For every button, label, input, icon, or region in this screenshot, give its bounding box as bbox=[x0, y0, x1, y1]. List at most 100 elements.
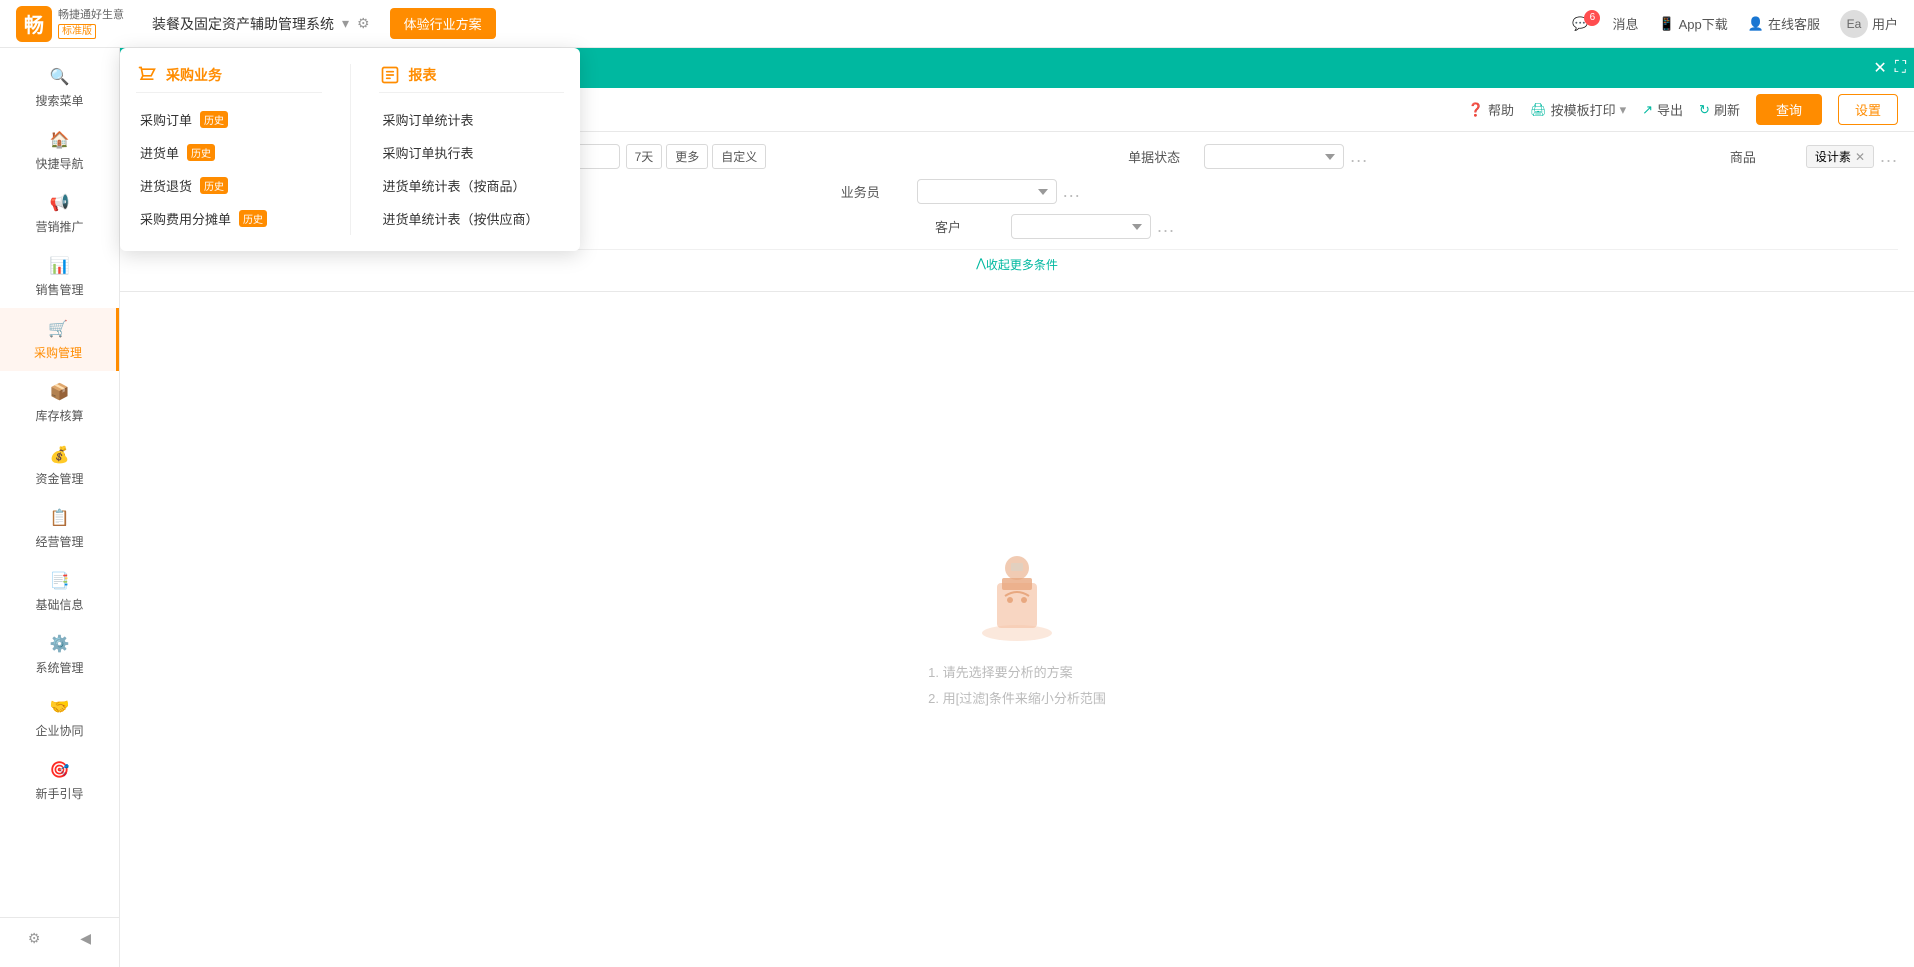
help-btn[interactable]: ❓ 帮助 bbox=[1468, 100, 1514, 119]
sidebar-label-guide: 新手引导 bbox=[35, 785, 83, 802]
report-section: 报表 采购订单统计表 采购订单执行表 进货单统计表（按商品） 进货单统计表（按供… bbox=[379, 64, 565, 235]
help-label: 帮助 bbox=[1488, 100, 1514, 119]
empty-state: 请先选择要分析的方案 用[过滤]条件来缩小分析范围 bbox=[120, 292, 1914, 967]
basic-info-icon: 📑 bbox=[49, 570, 71, 592]
collapse-label: 收起更多条件 bbox=[986, 256, 1058, 273]
time-btn-custom[interactable]: 自定义 bbox=[712, 144, 766, 169]
salesman-select[interactable] bbox=[917, 179, 1057, 204]
order-status-control: ... bbox=[1204, 144, 1368, 169]
salesman-control: ... bbox=[917, 179, 1081, 204]
sidebar-label-search: 搜索菜单 bbox=[35, 92, 83, 109]
sidebar-item-purchase[interactable]: 🛒 采购管理 bbox=[0, 308, 119, 371]
sidebar: 🔍 搜索菜单 🏠 快捷导航 📢 营销推广 📊 销售管理 🛒 采购管理 📦 库存核… bbox=[0, 48, 120, 967]
export-btn[interactable]: ↗ 导出 bbox=[1642, 100, 1683, 119]
sidebar-label-inventory: 库存核算 bbox=[35, 407, 83, 424]
marketing-icon: 📢 bbox=[49, 192, 71, 214]
sidebar-settings-btn[interactable]: ⚙ bbox=[28, 930, 41, 947]
menu-item-supplier-stats[interactable]: 进货单统计表（按供应商） bbox=[379, 202, 565, 235]
export-icon: ↗ bbox=[1642, 102, 1653, 118]
time-btn-7days[interactable]: 7天 bbox=[626, 144, 663, 169]
goods-tag-close[interactable]: ✕ bbox=[1855, 150, 1865, 164]
home-icon: 🏠 bbox=[49, 129, 71, 151]
inventory-icon: 📦 bbox=[49, 381, 71, 403]
app-download-label: App下载 bbox=[1679, 14, 1728, 33]
menu-item-cost-split[interactable]: 采购费用分摊单 历史 bbox=[136, 202, 322, 235]
settings-button[interactable]: 设置 bbox=[1838, 94, 1898, 125]
order-status-select[interactable] bbox=[1204, 144, 1344, 169]
cost-split-label: 采购费用分摊单 bbox=[140, 209, 231, 228]
sidebar-label-nav: 快捷导航 bbox=[35, 155, 83, 172]
purchase-section-title: 采购业务 bbox=[136, 64, 322, 93]
guide-icon: 🎯 bbox=[49, 759, 71, 781]
supplier-stats-label: 进货单统计表（按供应商） bbox=[383, 209, 539, 228]
system-title-area: 装餐及固定资产辅助管理系统 ▾ ⚙ 体验行业方案 bbox=[136, 8, 496, 39]
industry-btn[interactable]: 体验行业方案 bbox=[390, 8, 496, 39]
customer-more-icon[interactable]: ... bbox=[1157, 216, 1175, 237]
menu-item-return-goods[interactable]: 进货退货 历史 bbox=[136, 169, 322, 202]
sidebar-item-system[interactable]: ⚙️ 系统管理 bbox=[0, 623, 119, 686]
user-area[interactable]: Ea 用户 bbox=[1840, 10, 1898, 38]
goods-tag-text: 设计素 bbox=[1815, 148, 1851, 165]
sidebar-item-nav[interactable]: 🏠 快捷导航 bbox=[0, 119, 119, 182]
print-label: 按模板打印 bbox=[1551, 100, 1616, 119]
order-status-more-icon[interactable]: ... bbox=[1350, 146, 1368, 167]
stock-in-label: 进货单 bbox=[140, 143, 179, 162]
user-label: 用户 bbox=[1872, 14, 1898, 33]
sidebar-item-marketing[interactable]: 📢 营销推广 bbox=[0, 182, 119, 245]
logo-icon: 畅 bbox=[16, 6, 52, 42]
sidebar-label-management: 经营管理 bbox=[35, 533, 83, 550]
sidebar-item-inventory[interactable]: 📦 库存核算 bbox=[0, 371, 119, 434]
empty-illustration bbox=[967, 548, 1067, 648]
menu-item-po-stats[interactable]: 采购订单统计表 bbox=[379, 103, 565, 136]
menu-item-po-exec[interactable]: 采购订单执行表 bbox=[379, 136, 565, 169]
app-download-item[interactable]: 📱 App下载 bbox=[1658, 14, 1727, 33]
dropdown-arrow-icon[interactable]: ▾ bbox=[342, 15, 349, 32]
logo-area: 畅 畅捷通好生意 标准版 bbox=[16, 6, 136, 42]
customer-select[interactable] bbox=[1011, 214, 1151, 239]
empty-tip-1: 请先选择要分析的方案 bbox=[928, 660, 1106, 686]
settings-icon[interactable]: ⚙ bbox=[357, 15, 370, 32]
salesman-more-icon[interactable]: ... bbox=[1063, 181, 1081, 202]
phone-icon: 📱 bbox=[1658, 16, 1674, 32]
collapse-row[interactable]: ⋀ 收起更多条件 bbox=[136, 249, 1898, 279]
time-buttons-group: 7天 更多 自定义 bbox=[626, 144, 767, 169]
stock-in-history-badge: 历史 bbox=[187, 144, 215, 161]
order-status-label: 单据状态 bbox=[1128, 147, 1188, 166]
notification-item[interactable]: 💬 6 消息 bbox=[1572, 14, 1638, 33]
print-dropdown-icon[interactable]: ▾ bbox=[1620, 102, 1627, 118]
refresh-icon: ↻ bbox=[1699, 102, 1710, 118]
sidebar-item-guide[interactable]: 🎯 新手引导 bbox=[0, 749, 119, 812]
system-icon: ⚙️ bbox=[49, 633, 71, 655]
query-button[interactable]: 查询 bbox=[1756, 94, 1822, 125]
goods-more-icon[interactable]: ... bbox=[1880, 146, 1898, 167]
sidebar-collapse-btn[interactable]: ◀ bbox=[80, 930, 91, 947]
print-btn[interactable]: 🖨 按模板打印 ▾ bbox=[1530, 100, 1626, 119]
return-goods-history-badge: 历史 bbox=[200, 177, 228, 194]
report-section-title-text: 报表 bbox=[409, 65, 437, 85]
menu-item-stock-in[interactable]: 进货单 历史 bbox=[136, 136, 322, 169]
goods-label: 商品 bbox=[1730, 147, 1790, 166]
menu-item-goods-stats[interactable]: 进货单统计表（按商品） bbox=[379, 169, 565, 202]
online-service-item[interactable]: 👤 在线客服 bbox=[1748, 14, 1820, 33]
sidebar-item-basic-info[interactable]: 📑 基础信息 bbox=[0, 560, 119, 623]
time-btn-more[interactable]: 更多 bbox=[666, 144, 708, 169]
logo-badge: 标准版 bbox=[58, 24, 96, 39]
tab-fullscreen-icon[interactable]: ⛶ bbox=[1895, 59, 1906, 77]
collapse-icon: ⋀ bbox=[976, 256, 986, 273]
refresh-btn[interactable]: ↻ 刷新 bbox=[1699, 100, 1740, 119]
top-header: 畅 畅捷通好生意 标准版 装餐及固定资产辅助管理系统 ▾ ⚙ 体验行业方案 💬 … bbox=[0, 0, 1914, 48]
sidebar-item-collab[interactable]: 🤝 企业协同 bbox=[0, 686, 119, 749]
menu-divider bbox=[350, 64, 351, 235]
sidebar-item-search[interactable]: 🔍 搜索菜单 bbox=[0, 56, 119, 119]
menu-item-purchase-order[interactable]: 采购订单 历史 bbox=[136, 103, 322, 136]
online-service-label: 在线客服 bbox=[1768, 14, 1820, 33]
logo-text: 畅捷通好生意 标准版 bbox=[58, 8, 124, 39]
search-icon: 🔍 bbox=[49, 66, 71, 88]
customer-control: ... bbox=[1011, 214, 1175, 239]
report-section-title: 报表 bbox=[379, 64, 565, 93]
tab-close-all-icon[interactable]: ✕ bbox=[1873, 58, 1886, 78]
sidebar-item-sales[interactable]: 📊 销售管理 bbox=[0, 245, 119, 308]
sidebar-item-management[interactable]: 📋 经营管理 bbox=[0, 497, 119, 560]
goods-control: 设计素 ✕ ... bbox=[1806, 145, 1898, 168]
sidebar-item-finance[interactable]: 💰 资金管理 bbox=[0, 434, 119, 497]
